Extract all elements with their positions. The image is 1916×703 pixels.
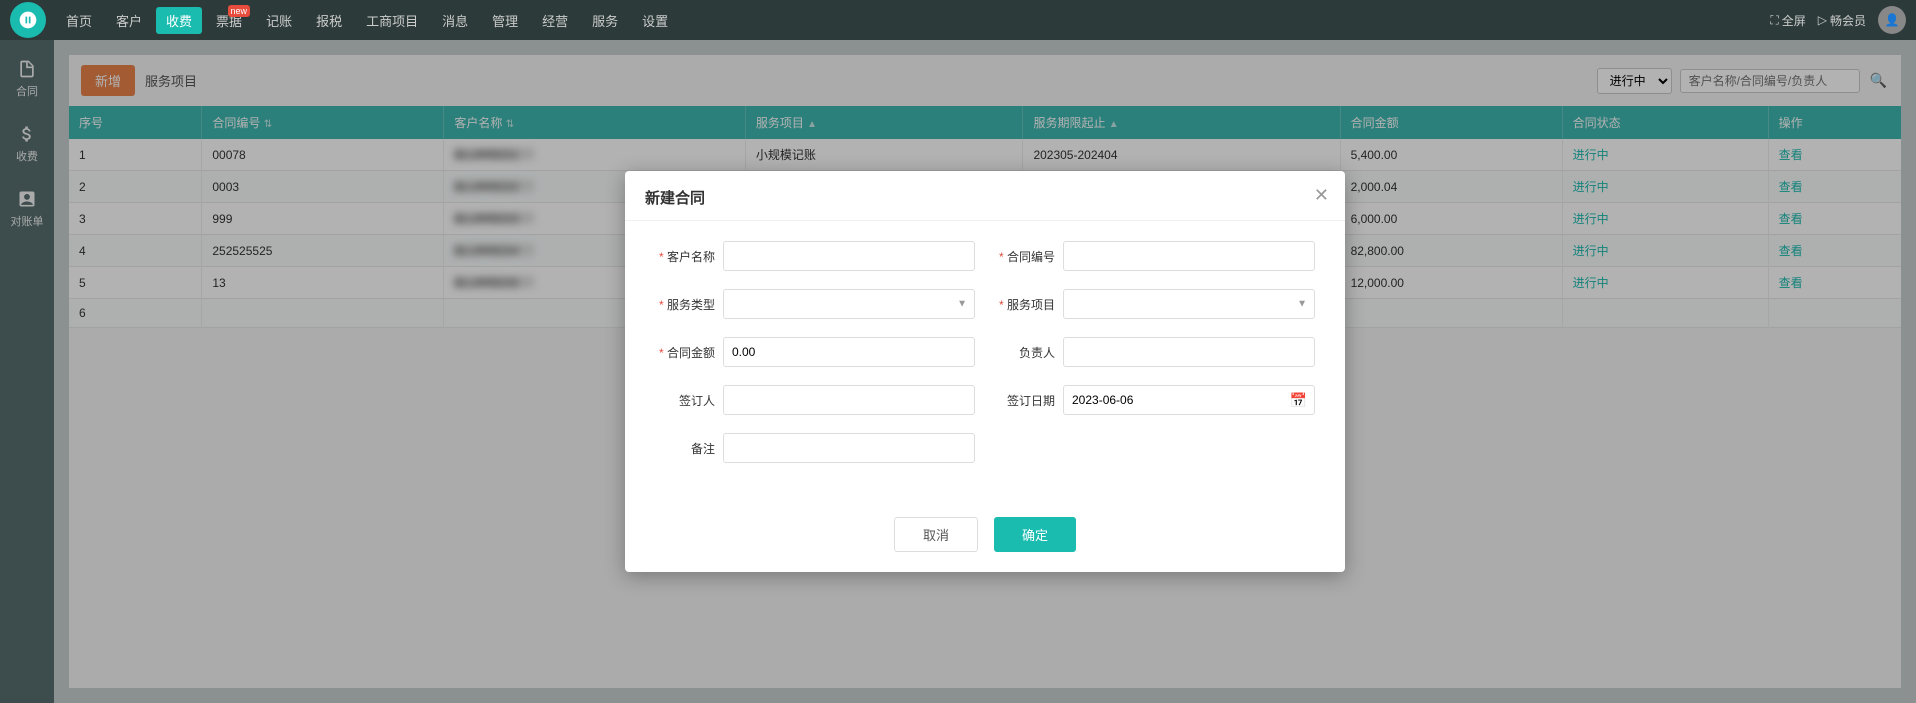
form-row-2: 服务类型 服务项目 (655, 289, 1315, 319)
nav-operation[interactable]: 经营 (532, 7, 578, 34)
amount-input[interactable] (723, 337, 975, 367)
service-type-label: 服务类型 (655, 296, 715, 313)
nav-items: 首页 客户 收费 票据 new 记账 报税 工商项目 消息 管理 经营 服务 设… (56, 7, 1770, 34)
nav-bookkeeping[interactable]: 记账 (256, 7, 302, 34)
sign-date-wrapper: 📅 (1063, 385, 1315, 415)
form-group-sign-date: 签订日期 📅 (995, 385, 1315, 415)
avatar[interactable]: 👤 (1878, 6, 1906, 34)
nav-home[interactable]: 首页 (56, 7, 102, 34)
confirm-button[interactable]: 确定 (994, 517, 1076, 552)
play-icon: ▷ (1818, 13, 1827, 27)
left-sidebar: 合同 收费 对账单 (0, 40, 54, 703)
reconcile-icon (16, 188, 38, 210)
sidebar-fee-label: 收费 (16, 148, 38, 164)
cancel-button[interactable]: 取消 (894, 517, 978, 552)
modal-title: 新建合同 (625, 171, 1345, 221)
fullscreen-label: 全屏 (1782, 12, 1806, 29)
nav-customer[interactable]: 客户 (106, 7, 152, 34)
form-row-5: 备注 (655, 433, 1315, 463)
form-row-1: 客户名称 合同编号 (655, 241, 1315, 271)
form-group-service-item: 服务项目 (995, 289, 1315, 319)
amount-label: 合同金额 (655, 344, 715, 361)
service-item-select-wrapper (1063, 289, 1315, 319)
signer-input[interactable] (723, 385, 975, 415)
contract-no-label: 合同编号 (995, 248, 1055, 265)
modal-body: 客户名称 合同编号 服务类型 (625, 221, 1345, 501)
form-group-remark: 备注 (655, 433, 975, 463)
nav-invoice[interactable]: 收费 (156, 7, 202, 34)
responsible-input[interactable] (1063, 337, 1315, 367)
nav-settings[interactable]: 设置 (632, 7, 678, 34)
remark-input[interactable] (723, 433, 975, 463)
service-type-select-wrapper (723, 289, 975, 319)
remark-label: 备注 (655, 440, 715, 457)
logo (10, 2, 46, 38)
sign-date-label: 签订日期 (995, 392, 1055, 409)
service-item-label: 服务项目 (995, 296, 1055, 313)
responsible-label: 负责人 (995, 344, 1055, 361)
form-row-4: 签订人 签订日期 📅 (655, 385, 1315, 415)
contract-no-input[interactable] (1063, 241, 1315, 271)
fullscreen-button[interactable]: ⛶ 全屏 (1770, 12, 1805, 29)
form-group-signer: 签订人 (655, 385, 975, 415)
calendar-icon[interactable]: 📅 (1290, 392, 1307, 409)
sidebar-item-fee[interactable]: 收费 (2, 115, 52, 172)
content-area: 新增 服务项目 进行中 已完成 已终止 🔍 序号 合同编 (54, 40, 1916, 703)
form-group-service-type: 服务类型 (655, 289, 975, 319)
signer-label: 签订人 (655, 392, 715, 409)
customer-name-input[interactable] (723, 241, 975, 271)
sidebar-contract-label: 合同 (16, 83, 38, 99)
form-group-responsible: 负责人 (995, 337, 1315, 367)
service-item-select[interactable] (1063, 289, 1315, 319)
modal-overlay: 新建合同 ✕ 客户名称 合同编号 (54, 40, 1916, 703)
top-nav: 首页 客户 收费 票据 new 记账 报税 工商项目 消息 管理 经营 服务 设… (0, 0, 1916, 40)
fullscreen-icon: ⛶ (1770, 13, 1778, 28)
new-contract-modal: 新建合同 ✕ 客户名称 合同编号 (625, 171, 1345, 572)
modal-close-button[interactable]: ✕ (1314, 185, 1329, 206)
member-label: 畅会员 (1830, 12, 1866, 29)
right-tools: ⛶ 全屏 ▷ 畅会员 👤 (1770, 6, 1906, 34)
modal-footer: 取消 确定 (625, 501, 1345, 572)
nav-management[interactable]: 管理 (482, 7, 528, 34)
nav-service[interactable]: 服务 (582, 7, 628, 34)
sidebar-item-contract[interactable]: 合同 (2, 50, 52, 107)
sidebar-reconcile-label: 对账单 (11, 213, 44, 229)
member-button[interactable]: ▷ 畅会员 (1818, 12, 1866, 29)
nav-ticket[interactable]: 票据 new (206, 7, 252, 34)
main-layout: 合同 收费 对账单 新增 服务项目 进行中 已完成 (0, 40, 1916, 703)
form-group-amount: 合同金额 (655, 337, 975, 367)
nav-message[interactable]: 消息 (432, 7, 478, 34)
sidebar-item-reconcile[interactable]: 对账单 (2, 180, 52, 237)
nav-business[interactable]: 工商项目 (356, 7, 428, 34)
form-group-contract-no: 合同编号 (995, 241, 1315, 271)
customer-name-label: 客户名称 (655, 248, 715, 265)
service-type-select[interactable] (723, 289, 975, 319)
sign-date-input[interactable] (1063, 385, 1315, 415)
contract-icon (16, 58, 38, 80)
form-row-3: 合同金额 负责人 (655, 337, 1315, 367)
new-badge: new (228, 5, 251, 17)
fee-icon (16, 123, 38, 145)
nav-tax[interactable]: 报税 (306, 7, 352, 34)
form-group-customer: 客户名称 (655, 241, 975, 271)
